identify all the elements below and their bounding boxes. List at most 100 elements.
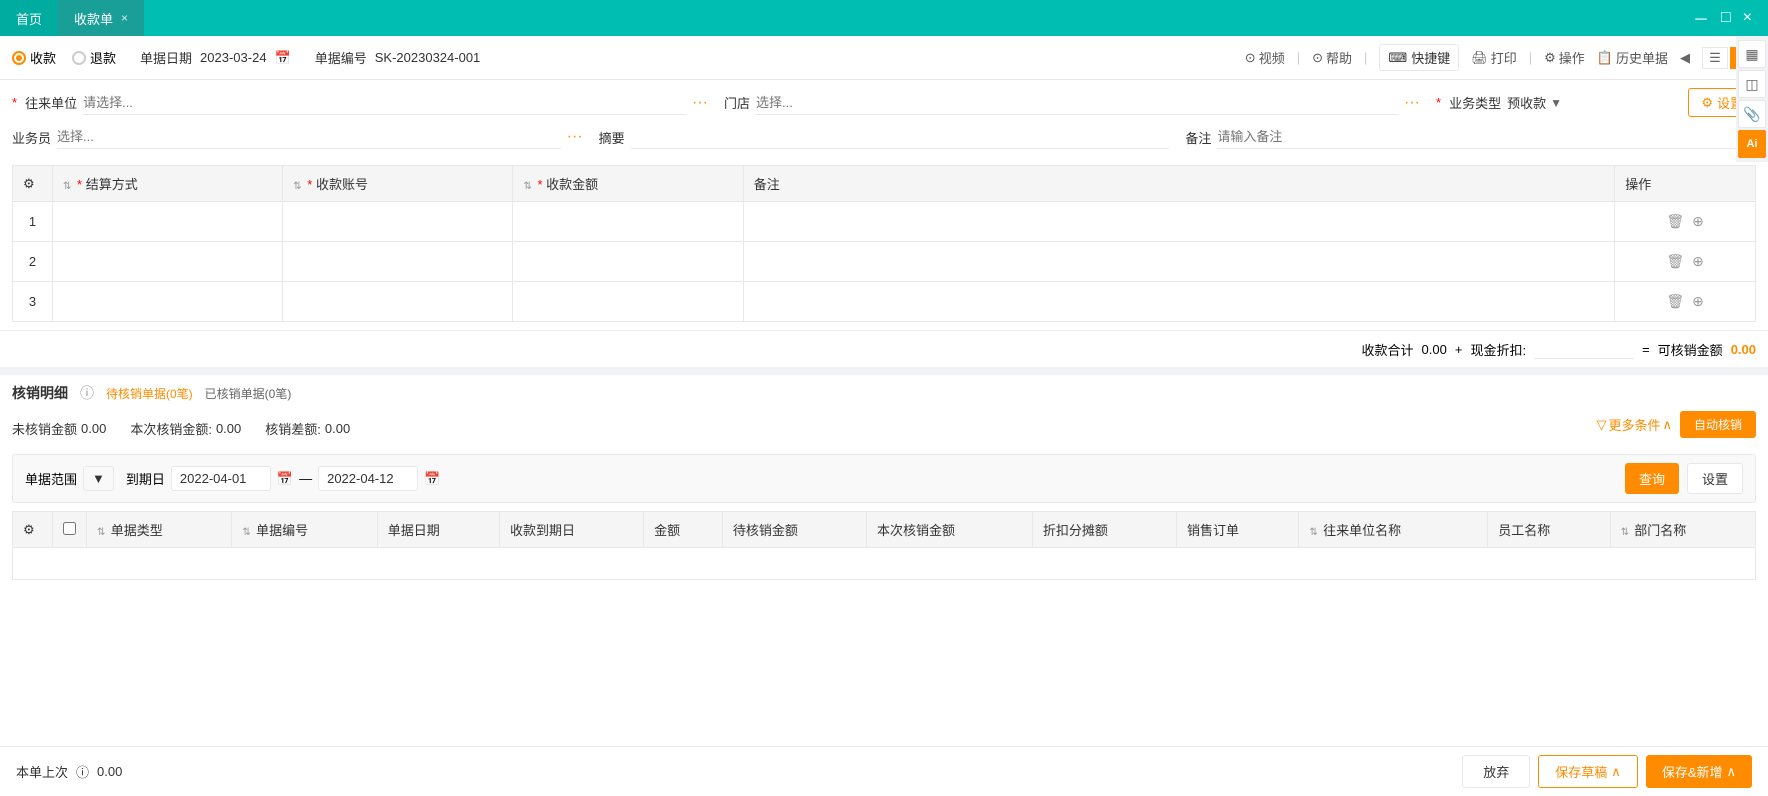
row-account-2[interactable] xyxy=(283,242,513,282)
calendar-start-icon[interactable]: 📅 xyxy=(277,471,293,487)
partner-input[interactable] xyxy=(83,91,686,115)
pending-tab[interactable]: 待核销单据(0笔) xyxy=(106,385,193,402)
done-tab[interactable]: 已核销单据(0笔) xyxy=(205,385,292,402)
radio-tuikuan[interactable]: 退款 xyxy=(72,48,116,67)
tab-close-icon[interactable]: × xyxy=(121,11,128,25)
sort-icon: ⇅ xyxy=(63,181,71,192)
window-close-btn[interactable]: × xyxy=(1743,9,1752,27)
tab-shoukuan[interactable]: 收款单 × xyxy=(58,0,144,36)
row-settlement-2[interactable] xyxy=(53,242,283,282)
calendar-end-icon[interactable]: 📅 xyxy=(424,471,440,487)
biztype-select[interactable]: 预收款 ▼ xyxy=(1507,93,1562,112)
copy-icon[interactable]: ⊕ xyxy=(1692,293,1704,310)
more-conditions-btn[interactable]: ▽ 更多条件 ∧ xyxy=(1596,415,1672,434)
select-all-checkbox[interactable] xyxy=(63,522,76,535)
staff-input[interactable] xyxy=(57,125,561,149)
biztype-required-star: * xyxy=(1436,95,1441,110)
nav-prev-icon[interactable]: ◀ xyxy=(1680,50,1690,66)
th-remark: 备注 xyxy=(743,166,1615,202)
sidebar-table-icon[interactable]: ▦ xyxy=(1738,40,1766,68)
row-account-3[interactable] xyxy=(283,282,513,322)
bth-type-label: 单据类型 xyxy=(111,523,163,538)
bth-discount: 折扣分摊额 xyxy=(1032,512,1176,548)
staff-label: 业务员 xyxy=(12,128,51,147)
draft-chevron-icon: ∧ xyxy=(1611,764,1621,780)
history-icon: 📋 xyxy=(1597,50,1613,66)
footer-buttons: 放弃 保存草稿 ∧ 保存&新增 ∧ xyxy=(1462,755,1752,788)
tab-home[interactable]: 首页 xyxy=(0,0,58,36)
bense-info-icon[interactable]: ⓘ xyxy=(76,762,89,781)
row-settlement-1[interactable] xyxy=(53,202,283,242)
range-select[interactable]: ▼ xyxy=(83,466,114,491)
store-more-icon[interactable]: ··· xyxy=(1404,94,1420,112)
copy-icon[interactable]: ⊕ xyxy=(1692,253,1704,270)
row-remark-1[interactable] xyxy=(743,202,1615,242)
row-remark-3[interactable] xyxy=(743,282,1615,322)
due-date-end[interactable] xyxy=(318,466,418,491)
delete-icon[interactable]: 🗑 xyxy=(1666,213,1684,230)
remark-label: 备注 xyxy=(1185,128,1211,147)
bth-settings[interactable]: ⚙ xyxy=(13,512,53,548)
abstract-field-group: 摘要 xyxy=(599,125,1170,149)
staff-more-icon[interactable]: ··· xyxy=(567,128,583,146)
date-field: 单据日期 2023-03-24 📅 xyxy=(140,48,291,67)
sidebar-clip-icon[interactable]: 📎 xyxy=(1738,100,1766,128)
partner-more-icon[interactable]: ··· xyxy=(692,94,708,112)
help-btn[interactable]: ⊙ 帮助 xyxy=(1312,48,1352,67)
radio-shoukuan[interactable]: 收款 xyxy=(12,48,56,67)
due-date-start[interactable] xyxy=(171,466,271,491)
row-remark-2[interactable] xyxy=(743,242,1615,282)
date-calendar-icon[interactable]: 📅 xyxy=(275,50,291,66)
bth-settings-icon: ⚙ xyxy=(23,522,35,537)
window-max-btn[interactable]: □ xyxy=(1721,9,1731,27)
window-min-btn[interactable]: － xyxy=(1693,6,1709,30)
abandon-btn[interactable]: 放弃 xyxy=(1462,755,1530,788)
auto-hexiao-btn[interactable]: 自动核销 xyxy=(1680,411,1756,438)
copy-icon[interactable]: ⊕ xyxy=(1692,213,1704,230)
row-account-1[interactable] xyxy=(283,202,513,242)
kuaijian-btn[interactable]: ⌨ 快捷键 xyxy=(1379,44,1459,71)
bth-current-label: 本次核销金额 xyxy=(877,523,955,538)
cash-discount-input[interactable] xyxy=(1534,339,1634,359)
bth-checkbox[interactable] xyxy=(53,512,87,548)
entry-table: ⚙ ⇅ * 结算方式 ⇅ * 收款账号 ⇅ * 收款 xyxy=(12,165,1756,322)
th-account: ⇅ * 收款账号 xyxy=(283,166,513,202)
view-list-icon[interactable]: ☰ xyxy=(1702,47,1728,69)
store-input[interactable] xyxy=(756,91,1398,115)
save-new-btn[interactable]: 保存&新增 ∧ xyxy=(1646,755,1752,788)
cash-discount-label: 现金折扣: xyxy=(1470,340,1526,359)
table-row: 3 🗑 ⊕ xyxy=(13,282,1756,322)
print-icon: 🖨 xyxy=(1471,50,1488,66)
form-row-1: * 往来单位 ··· 门店 ··· * 业务类型 预收款 ▼ ⚙ xyxy=(12,88,1756,117)
remark-input[interactable] xyxy=(1217,125,1756,149)
help-icon: ⊙ xyxy=(1312,50,1323,66)
th-settings[interactable]: ⚙ xyxy=(13,166,53,202)
abstract-label: 摘要 xyxy=(599,128,625,147)
store-field-group: 门店 ··· xyxy=(724,91,1420,115)
operations-btn[interactable]: ⚙ 操作 xyxy=(1544,48,1585,67)
bth-date: 单据日期 xyxy=(377,512,499,548)
setting-btn[interactable]: 设置 xyxy=(1687,463,1743,494)
query-btn[interactable]: 查询 xyxy=(1625,463,1679,494)
equals-sign: = xyxy=(1642,342,1650,357)
video-btn[interactable]: ⊙ 视频 xyxy=(1245,48,1285,67)
sidebar-doc-icon[interactable]: ◫ xyxy=(1738,70,1766,98)
history-btn[interactable]: 📋 历史单据 xyxy=(1597,48,1668,67)
row-settlement-3[interactable] xyxy=(53,282,283,322)
uncancelled-value: 0.00 xyxy=(81,421,106,436)
delete-icon[interactable]: 🗑 xyxy=(1666,293,1684,310)
footer-spacer xyxy=(0,588,1768,638)
print-btn[interactable]: 🖨 打印 xyxy=(1471,48,1517,67)
draft-btn[interactable]: 保存草稿 ∧ xyxy=(1538,755,1638,788)
abstract-input[interactable] xyxy=(631,125,1170,149)
hexiao-info-icon[interactable]: ⓘ xyxy=(80,383,94,403)
delete-icon[interactable]: 🗑 xyxy=(1666,253,1684,270)
row-amount-1[interactable] xyxy=(513,202,743,242)
row-amount-2[interactable] xyxy=(513,242,743,282)
bth-dept-label: 部门名称 xyxy=(1634,523,1686,538)
date-label: 单据日期 xyxy=(140,48,192,67)
row-amount-3[interactable] xyxy=(513,282,743,322)
hexiao-title: 核销明细 xyxy=(12,383,68,403)
sidebar-ai-icon[interactable]: Ai xyxy=(1738,130,1766,158)
header-toolbar: ⊙ 视频 | ⊙ 帮助 | ⌨ 快捷键 🖨 打印 | ⚙ 操作 xyxy=(1245,44,1756,71)
